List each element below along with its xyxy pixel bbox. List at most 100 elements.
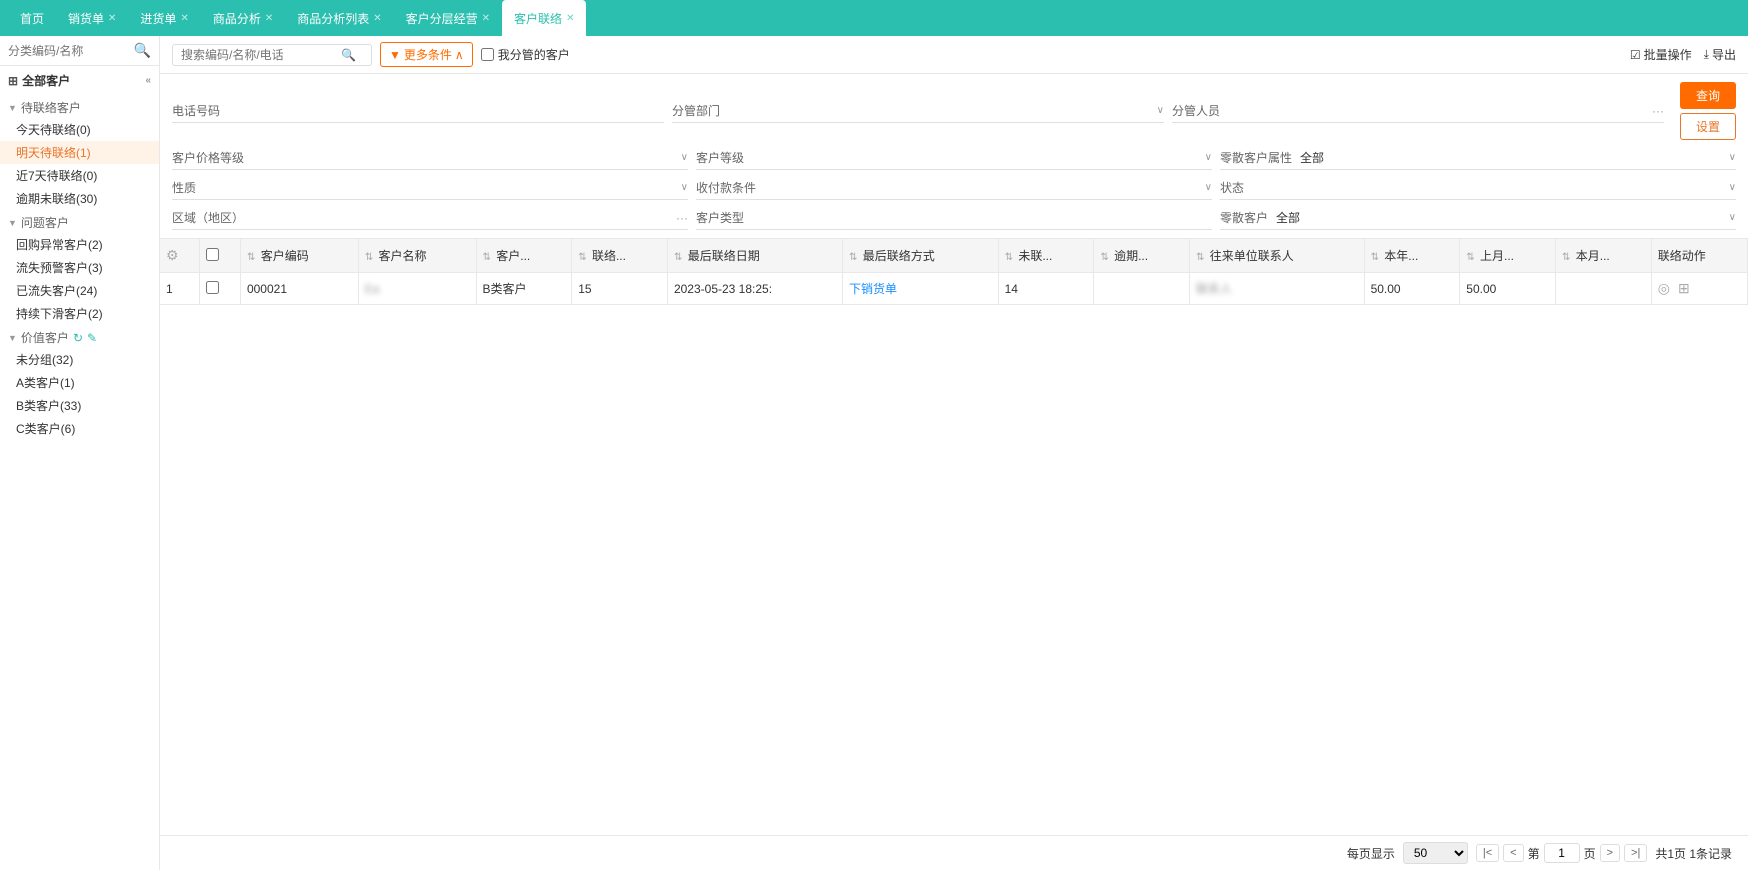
payment-field[interactable]: 收付款条件 ∨ [696,176,1212,200]
sidebar-item-churn-warning[interactable]: 流失预警客户(3) [0,256,159,279]
sidebar-item-class-b[interactable]: B类客户(33) [0,394,159,417]
sidebar-item-today[interactable]: 今天待联络(0) [0,118,159,141]
sidebar-item-declining[interactable]: 持续下滑客户(2) [0,302,159,325]
next-page-button[interactable]: > [1600,844,1620,862]
more-filter-button[interactable]: ▼ 更多条件 ∧ [380,42,473,67]
my-customers-check-input[interactable] [481,48,494,61]
total-label: 共1页 1条记录 [1655,845,1732,862]
chevron-down-icon[interactable]: ∨ [1729,152,1736,163]
chevron-down-icon[interactable]: ∨ [1205,152,1212,163]
more-action-icon[interactable]: ⊞ [1678,280,1690,297]
nav-product-analysis[interactable]: 商品分析 ✕ [201,0,285,36]
customer-grade-field[interactable]: 客户等级 ∨ [696,146,1212,170]
col-type[interactable]: ⇅ 客户... [476,239,572,273]
sidebar-search-box[interactable]: 🔍 [0,36,159,66]
nav-customer-layering[interactable]: 客户分层经营 ✕ [394,0,502,36]
all-customers-header[interactable]: ⊞ 全部客户 « [0,66,159,95]
prev-page-button[interactable]: < [1503,844,1523,862]
per-page-select[interactable]: 50 100 200 [1403,842,1468,864]
close-icon[interactable]: ✕ [373,13,381,24]
page-input[interactable] [1544,843,1580,863]
close-icon[interactable]: ✕ [482,13,490,24]
row-last-method[interactable]: 下销货单 [843,273,999,305]
close-icon[interactable]: ✕ [566,13,574,24]
sidebar-item-class-c[interactable]: C类客户(6) [0,417,159,440]
chevron-down-icon[interactable]: ∨ [1729,182,1736,193]
col-contacts[interactable]: ⇅ 联络... [572,239,668,273]
select-all-checkbox[interactable] [206,248,219,261]
pager: |< < 第 页 > >| [1476,843,1647,863]
close-icon[interactable]: ✕ [180,13,188,24]
row-not-contacted: 14 [998,273,1094,305]
close-icon[interactable]: ✕ [108,13,116,24]
col-checkbox [199,239,240,273]
export-icon: ⤓ [1704,47,1709,62]
customer-type-field[interactable]: 客户类型 [696,206,1212,230]
area-field[interactable]: 区域（地区） ··· [172,206,688,230]
chevron-down-icon[interactable]: ∨ [1205,182,1212,193]
more-icon[interactable]: ··· [1652,104,1664,118]
more-icon[interactable]: ··· [676,211,688,225]
chevron-down-icon[interactable]: ∨ [681,152,688,163]
customer-value-field[interactable]: 客户价格等级 ∨ [172,146,688,170]
export-button[interactable]: ⤓ 导出 [1704,46,1736,63]
dept-field[interactable]: 分管部门 ∨ [672,99,1164,123]
grid-icon: ⊞ [8,74,18,88]
search-box[interactable]: 🔍 [172,44,372,66]
sidebar-item-abnormal-repurchase[interactable]: 回购异常客户(2) [0,233,159,256]
row-this-year: 50.00 [1364,273,1460,305]
nav-product-analysis-list[interactable]: 商品分析列表 ✕ [285,0,393,36]
search-input[interactable] [181,48,341,62]
nav-sales-order[interactable]: 销货单 ✕ [56,0,128,36]
row-name: Ea [358,273,476,305]
col-this-month[interactable]: ⇅ 本月... [1556,239,1652,273]
batch-op-button[interactable]: ☑ 批量操作 [1630,46,1692,63]
nav-customer-contact[interactable]: 客户联络 ✕ [502,0,586,36]
col-this-year[interactable]: ⇅ 本年... [1364,239,1460,273]
toolbar: 🔍 ▼ 更多条件 ∧ 我分管的客户 ☑ 批量操作 ⤓ 导出 [160,36,1748,74]
first-page-button[interactable]: |< [1476,844,1499,862]
sidebar-item-tomorrow[interactable]: 明天待联络(1) [0,141,159,164]
col-code[interactable]: ⇅ 客户编码 [240,239,358,273]
nav-home[interactable]: 首页 [8,0,56,36]
nav-purchase-order[interactable]: 进货单 ✕ [128,0,200,36]
sidebar-item-ungrouped[interactable]: 未分组(32) [0,348,159,371]
gender-field[interactable]: 性质 ∨ [172,176,688,200]
close-icon[interactable]: ✕ [265,13,273,24]
col-unit-contacts[interactable]: ⇅ 往来单位联系人 [1190,239,1365,273]
chevron-down-icon[interactable]: ∨ [681,182,688,193]
collapse-icon[interactable]: « [145,75,151,86]
sidebar-item-7days[interactable]: 近7天待联络(0) [0,164,159,187]
col-last-date[interactable]: ⇅ 最后联络日期 [667,239,842,273]
last-contact-method-link[interactable]: 下销货单 [849,282,897,296]
refresh-icon[interactable]: ↻ [73,331,83,345]
sidebar-search-input[interactable] [8,44,134,58]
my-customers-checkbox[interactable]: 我分管的客户 [481,46,570,63]
settings-button[interactable]: 设置 [1680,113,1736,140]
row-select-checkbox[interactable] [206,281,219,294]
sort-icon: ⇅ [1371,252,1379,263]
edit-icon[interactable]: ✎ [87,331,97,345]
query-button[interactable]: 查询 [1680,82,1736,109]
search-icon[interactable]: 🔍 [341,48,356,62]
chevron-down-icon[interactable]: ∨ [1729,212,1736,223]
chevron-down-icon[interactable]: ∨ [1157,105,1164,116]
contact-icon[interactable]: ◎ [1658,280,1670,297]
retail-customer-field[interactable]: 零散客户 全部 ∨ [1220,206,1736,230]
col-last-method[interactable]: ⇅ 最后联络方式 [843,239,999,273]
retail-attr-field[interactable]: 零散客户属性 全部 ∨ [1220,146,1736,170]
col-overdue[interactable]: ⇅ 逾期... [1094,239,1190,273]
sidebar-item-class-a[interactable]: A类客户(1) [0,371,159,394]
gear-icon[interactable]: ⚙ [166,247,179,263]
col-last-month[interactable]: ⇅ 上月... [1460,239,1556,273]
col-name[interactable]: ⇅ 客户名称 [358,239,476,273]
sidebar-item-churned[interactable]: 已流失客户(24) [0,279,159,302]
customer-table: ⚙ ⇅ 客户编码 ⇅ 客户名称 [160,239,1748,305]
row-action: ◎ ⊞ [1651,273,1747,305]
status-field[interactable]: 状态 ∨ [1220,176,1736,200]
last-page-button[interactable]: >| [1624,844,1647,862]
sidebar-item-overdue[interactable]: 逾期未联络(30) [0,187,159,210]
person-field[interactable]: 分管人员 ··· [1172,99,1664,123]
col-not-contacted[interactable]: ⇅ 未联... [998,239,1094,273]
search-icon[interactable]: 🔍 [134,42,151,59]
